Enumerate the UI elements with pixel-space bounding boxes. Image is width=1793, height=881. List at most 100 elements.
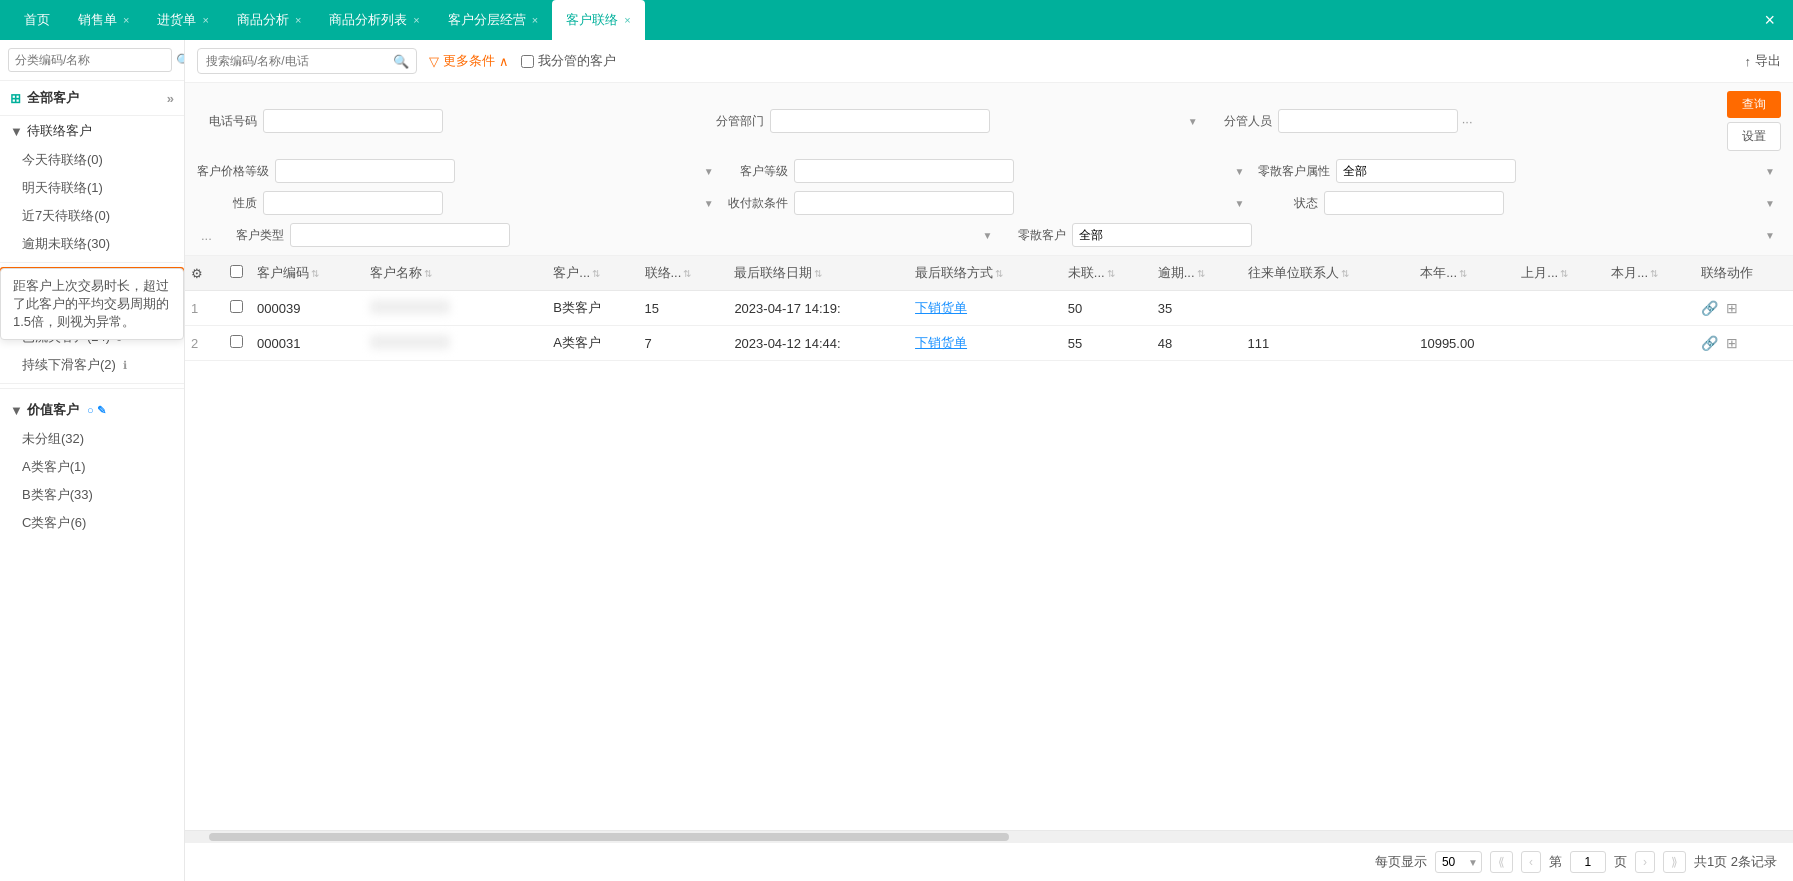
sidebar-search-input[interactable]	[8, 48, 172, 72]
sort-contact-icon[interactable]: ⇅	[683, 268, 691, 279]
sidebar-item-declining[interactable]: 持续下滑客户(2) ℹ	[0, 351, 184, 379]
more-conditions-btn[interactable]: ▽ 更多条件 ∧	[429, 52, 509, 70]
close-analysis-list-icon[interactable]: ×	[413, 14, 419, 26]
scroll-thumb[interactable]	[209, 833, 1009, 841]
sidebar-all-customers[interactable]: ⊞ 全部客户 »	[0, 81, 184, 116]
filter-dept: 分管部门 ▼	[704, 109, 1203, 133]
customer-grade-select[interactable]	[794, 159, 1014, 183]
filter-person: 分管人员 ···	[1212, 109, 1711, 133]
customer-grade-chevron-icon: ▼	[1234, 166, 1244, 177]
last-page-button[interactable]: ⟫	[1663, 851, 1686, 873]
page-unit-label: 页	[1614, 853, 1627, 871]
close-analysis-icon[interactable]: ×	[295, 14, 301, 26]
settings-button[interactable]: 设置	[1727, 122, 1781, 151]
per-page-select[interactable]: 50 100	[1435, 851, 1482, 873]
sort-unit-icon[interactable]: ⇅	[1341, 268, 1349, 279]
grid-action-icon-2[interactable]: ⊞	[1726, 335, 1738, 351]
main-search-icon[interactable]: 🔍	[393, 54, 409, 69]
gender-select[interactable]	[263, 191, 443, 215]
link-icon-1[interactable]: 🔗	[1701, 300, 1718, 316]
page-label: 第	[1549, 853, 1562, 871]
sidebar-item-a-class[interactable]: A类客户(1)	[0, 453, 184, 481]
nav-item-analysis-list[interactable]: 商品分析列表 ×	[315, 0, 433, 40]
nav-item-analysis[interactable]: 商品分析 ×	[223, 0, 315, 40]
sidebar-item-ungrouped[interactable]: 未分组(32)	[0, 425, 184, 453]
sort-date-icon[interactable]: ⇅	[814, 268, 822, 279]
row-last-month-2	[1515, 326, 1605, 361]
collapse-sidebar-icon[interactable]: »	[167, 91, 174, 106]
grid-action-icon-1[interactable]: ⊞	[1726, 300, 1738, 316]
sidebar-group-value[interactable]: ▼ 价值客户 ○ ✎	[0, 395, 184, 425]
window-close-button[interactable]: ×	[1756, 10, 1783, 31]
page-input[interactable]	[1570, 851, 1606, 873]
nav-item-purchase[interactable]: 进货单 ×	[143, 0, 222, 40]
sidebar-search-icon[interactable]: 🔍	[176, 53, 185, 68]
customer-type-select[interactable]	[290, 223, 510, 247]
my-customer-checkbox[interactable]	[521, 55, 534, 68]
last-method-link-2[interactable]: 下销货单	[915, 335, 967, 350]
sort-month-icon[interactable]: ⇅	[1650, 268, 1658, 279]
close-contact-icon[interactable]: ×	[624, 14, 630, 26]
filter-row-1: 电话号码 分管部门 ▼ 分管人员 ··· 查询 设置	[197, 91, 1781, 151]
sort-uncontacted-icon[interactable]: ⇅	[1107, 268, 1115, 279]
person-dots-icon[interactable]: ···	[1458, 114, 1477, 129]
sort-overdue-icon[interactable]: ⇅	[1197, 268, 1205, 279]
person-input[interactable]	[1278, 109, 1458, 133]
nav-item-customer-contact[interactable]: 客户联络 ×	[552, 0, 644, 40]
sidebar-group-pending[interactable]: ▼ 待联络客户	[0, 116, 184, 146]
sort-year-icon[interactable]: ⇅	[1459, 268, 1467, 279]
sort-type-icon[interactable]: ⇅	[592, 268, 600, 279]
close-segment-icon[interactable]: ×	[532, 14, 538, 26]
nav-item-home[interactable]: 首页	[10, 0, 64, 40]
row-checkbox-1[interactable]	[230, 300, 243, 313]
export-button[interactable]: ↑ 导出	[1745, 52, 1782, 70]
edit-value-icon[interactable]: ○ ✎	[87, 404, 106, 417]
select-all-checkbox[interactable]	[230, 265, 243, 278]
settings-icon[interactable]: ⚙	[191, 266, 203, 281]
price-grade-select[interactable]	[275, 159, 455, 183]
sidebar-item-b-class[interactable]: B类客户(33)	[0, 481, 184, 509]
my-customer-area: 我分管的客户	[521, 52, 616, 70]
next-page-button[interactable]: ›	[1635, 851, 1655, 873]
retail-attr-select[interactable]: 全部	[1336, 159, 1516, 183]
th-code: 客户编码⇅	[251, 256, 364, 291]
sidebar-item-overdue[interactable]: 逾期未联络(30)	[0, 230, 184, 258]
sort-code-icon[interactable]: ⇅	[311, 268, 319, 279]
export-area: ↑ 导出	[1745, 52, 1782, 70]
sidebar-item-tomorrow[interactable]: 明天待联络(1)	[0, 174, 184, 202]
prev-page-button[interactable]: ‹	[1521, 851, 1541, 873]
pay-cond-select[interactable]	[794, 191, 1014, 215]
row-checkbox-2[interactable]	[230, 335, 243, 348]
first-page-button[interactable]: ⟪	[1490, 851, 1513, 873]
filter-row-3: 性质 ▼ 收付款条件 ▼ 状态	[197, 191, 1781, 215]
dept-select[interactable]	[770, 109, 990, 133]
main-search-input[interactable]	[197, 48, 417, 74]
sidebar-item-7days[interactable]: 近7天待联络(0)	[0, 202, 184, 230]
nav-item-customer-segment[interactable]: 客户分层经营 ×	[434, 0, 552, 40]
sidebar-item-today[interactable]: 今天待联络(0)	[0, 146, 184, 174]
close-purchase-icon[interactable]: ×	[202, 14, 208, 26]
sort-method-icon[interactable]: ⇅	[995, 268, 1003, 279]
row-last-month-1	[1515, 291, 1605, 326]
horizontal-scrollbar[interactable]	[185, 830, 1793, 842]
action-icons-1: 🔗 ⊞	[1701, 300, 1787, 316]
customer-table: ⚙ 客户编码⇅ 客户名称⇅ 客户...⇅	[185, 256, 1793, 361]
per-page-label: 每页显示	[1375, 853, 1427, 871]
query-button[interactable]: 查询	[1727, 91, 1781, 118]
export-icon: ↑	[1745, 54, 1752, 69]
close-sales-icon[interactable]: ×	[123, 14, 129, 26]
sort-name-icon[interactable]: ⇅	[424, 268, 432, 279]
last-method-link-1[interactable]: 下销货单	[915, 300, 967, 315]
nav-item-sales[interactable]: 销售单 ×	[64, 0, 143, 40]
th-last-method: 最后联络方式⇅	[909, 256, 1062, 291]
sort-lmonth-icon[interactable]: ⇅	[1560, 268, 1568, 279]
link-icon-2[interactable]: 🔗	[1701, 335, 1718, 351]
row4-dots-icon[interactable]: ...	[197, 228, 216, 243]
phone-input[interactable]	[263, 109, 443, 133]
status-select[interactable]	[1324, 191, 1504, 215]
filter-gender: 性质 ▼	[197, 191, 720, 215]
sidebar-item-c-class[interactable]: C类客户(6)	[0, 509, 184, 537]
retail-customer-select[interactable]: 全部	[1072, 223, 1252, 247]
filter-customer-type: 客户类型 ▼	[224, 223, 999, 247]
status-chevron-icon: ▼	[1765, 198, 1775, 209]
